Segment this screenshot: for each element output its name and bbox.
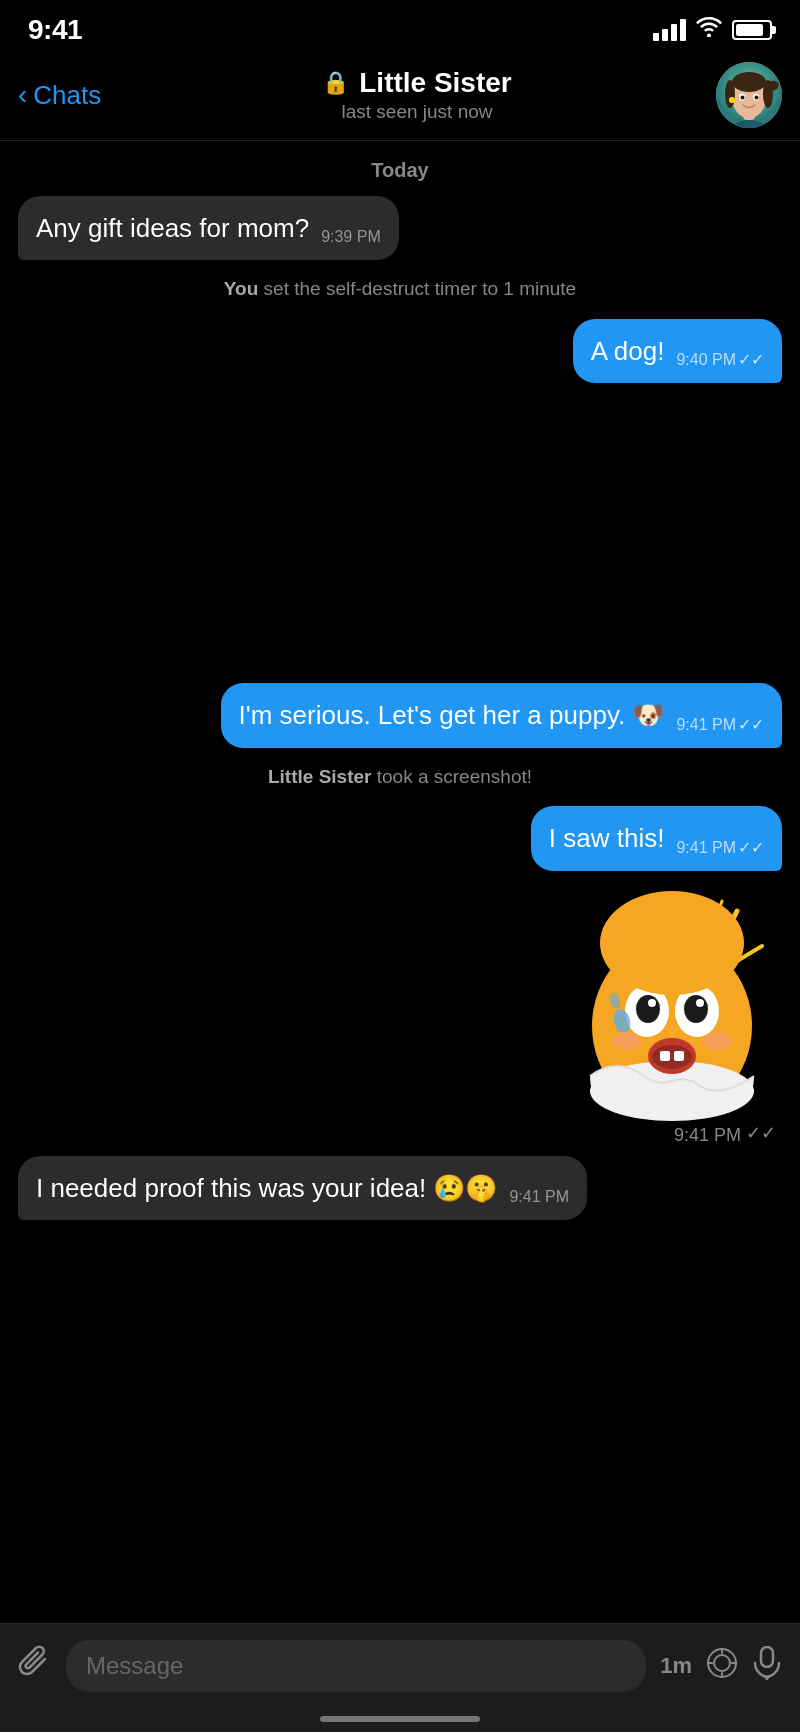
svg-point-5 — [725, 80, 735, 108]
chat-header: ‹ Chats 🔒 Little Sister last seen just n… — [0, 54, 800, 141]
status-time: 9:41 — [28, 14, 82, 46]
list-item: I saw this! 9:41 PM ✓✓ — [18, 806, 782, 870]
lock-icon: 🔒 — [322, 70, 349, 96]
list-item: 24s 9:41 PM — [18, 393, 782, 673]
svg-point-22 — [648, 999, 656, 1007]
sticker-bubble[interactable]: 9:41 PM ✓✓ — [562, 881, 782, 1146]
sticker-time: 9:41 PM — [674, 1125, 741, 1146]
attach-icon — [18, 1645, 52, 1679]
system-message: You set the self-destruct timer to 1 min… — [18, 276, 782, 303]
mic-icon — [752, 1646, 782, 1680]
svg-point-11 — [755, 96, 759, 100]
list-item: Any gift ideas for mom? 9:39 PM — [18, 196, 782, 260]
svg-rect-26 — [660, 1051, 670, 1061]
system-msg-text: set the self-destruct timer to 1 minute — [264, 278, 577, 299]
message-time: 9:41 PM — [509, 1188, 569, 1206]
moon-icon — [706, 1647, 738, 1679]
back-label[interactable]: Chats — [33, 80, 101, 111]
received-bubble[interactable]: Any gift ideas for mom? 9:39 PM — [18, 196, 399, 260]
system-message: Little Sister took a screenshot! — [18, 764, 782, 791]
message-time: 9:41 PM — [676, 839, 736, 857]
svg-point-20 — [636, 995, 660, 1023]
back-button[interactable]: ‹ Chats — [18, 79, 118, 111]
read-receipts: ✓✓ — [738, 715, 764, 734]
svg-point-10 — [741, 96, 745, 100]
system-msg-text: took a screenshot! — [377, 766, 532, 787]
sent-bubble[interactable]: I saw this! 9:41 PM ✓✓ — [531, 806, 782, 870]
svg-point-33 — [600, 891, 744, 995]
sticker-checks: ✓✓ — [746, 1122, 776, 1144]
system-msg-you: You — [224, 278, 258, 299]
home-indicator — [320, 1716, 480, 1722]
wifi-icon — [696, 17, 722, 43]
message-time: 9:40 PM — [676, 351, 736, 369]
system-msg-contact: Little Sister — [268, 766, 371, 787]
svg-point-12 — [729, 97, 735, 103]
received-bubble[interactable]: I needed proof this was your idea! 😢🤫 9:… — [18, 1156, 587, 1220]
svg-point-35 — [703, 1032, 731, 1050]
message-text: I needed proof this was your idea! 😢🤫 — [36, 1170, 497, 1206]
read-receipts: ✓✓ — [738, 838, 764, 857]
svg-point-34 — [613, 1032, 641, 1050]
battery-icon — [732, 20, 772, 40]
message-placeholder: Message — [86, 1652, 183, 1679]
messages-area: Today Any gift ideas for mom? 9:39 PM Yo… — [0, 141, 800, 1360]
svg-rect-27 — [674, 1051, 684, 1061]
sticker-image — [562, 881, 782, 1121]
message-text: I'm serious. Let's get her a puppy. 🐶 — [239, 697, 665, 733]
sent-bubble[interactable]: A dog! 9:40 PM ✓✓ — [573, 319, 782, 383]
svg-point-21 — [684, 995, 708, 1023]
svg-point-37 — [714, 1655, 730, 1671]
header-title-row: 🔒 Little Sister — [322, 67, 511, 99]
header-center: 🔒 Little Sister last seen just now — [118, 67, 716, 123]
list-item: A dog! 9:40 PM ✓✓ — [18, 319, 782, 383]
status-bar: 9:41 — [0, 0, 800, 54]
message-input[interactable]: Message — [66, 1640, 646, 1692]
contact-status: last seen just now — [341, 101, 492, 123]
avatar[interactable] — [716, 62, 782, 128]
svg-point-4 — [732, 72, 766, 92]
sent-bubble[interactable]: I'm serious. Let's get her a puppy. 🐶 9:… — [221, 683, 782, 747]
list-item: I needed proof this was your idea! 😢🤫 9:… — [18, 1156, 782, 1220]
timer-icon[interactable] — [706, 1647, 738, 1686]
back-chevron-icon: ‹ — [18, 79, 27, 111]
svg-point-25 — [652, 1045, 692, 1069]
contact-name[interactable]: Little Sister — [359, 67, 511, 99]
date-divider: Today — [18, 159, 782, 182]
timer-label[interactable]: 1m — [660, 1653, 692, 1679]
status-icons — [653, 17, 772, 43]
message-time: 9:39 PM — [321, 228, 381, 246]
svg-rect-42 — [761, 1647, 773, 1667]
message-text: A dog! — [591, 333, 665, 369]
message-text: I saw this! — [549, 820, 665, 856]
message-text: Any gift ideas for mom? — [36, 210, 309, 246]
list-item: I'm serious. Let's get her a puppy. 🐶 9:… — [18, 683, 782, 747]
attach-button[interactable] — [18, 1645, 52, 1687]
read-receipts: ✓✓ — [738, 350, 764, 369]
avatar-svg — [716, 62, 782, 128]
signal-icon — [653, 19, 686, 41]
message-time: 9:41 PM — [676, 716, 736, 734]
mic-button[interactable] — [752, 1646, 782, 1687]
svg-point-23 — [696, 999, 704, 1007]
